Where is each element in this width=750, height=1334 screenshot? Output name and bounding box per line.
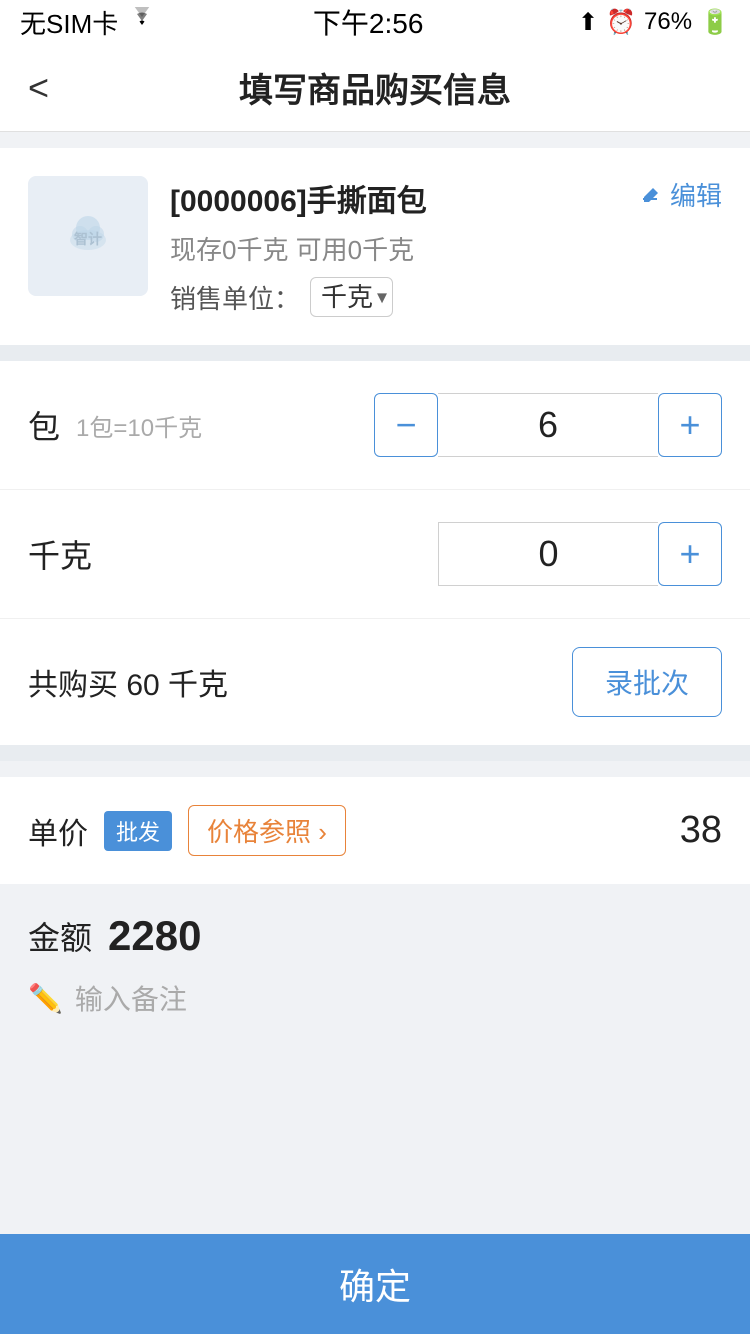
amount-value: 2280 [108,912,201,960]
product-name: [0000006]手撕面包 [170,176,427,220]
bao-hint: 1包=10千克 [76,408,202,443]
battery-text: 76% [644,8,692,36]
status-bar-left: 无SIM卡 [20,4,158,41]
product-unit: 销售单位： 千克 [170,277,722,317]
bao-text: 包 [28,402,60,448]
alarm-icon: ⏰ [606,8,636,37]
bottom-bar[interactable]: 确定 [0,1234,750,1334]
unit-select[interactable]: 千克 [310,277,393,317]
divider-2 [0,745,750,761]
wifi-icon [126,7,158,38]
kg-label: 千克 [28,531,438,577]
confirm-button[interactable]: 确定 [339,1258,411,1310]
remark-row[interactable]: ✏️ 输入备注 [28,978,722,1018]
battery-icon: 🔋 [700,8,730,37]
remark-placeholder: 输入备注 [75,978,187,1018]
quantity-section: 包 1包=10千克 − + 千克 + [0,361,750,619]
edit-button[interactable]: 编辑 [640,176,722,213]
product-card: 智计 [0000006]手撕面包 编辑 现存0千克 可用0千克 销售单位： 千克 [0,148,750,345]
amount-row: 金额 2280 [28,912,722,960]
bao-increase-button[interactable]: + [658,393,722,457]
price-value: 38 [680,809,722,852]
unit-label: 销售单位： [170,279,300,316]
product-info: [0000006]手撕面包 编辑 现存0千克 可用0千克 销售单位： 千克 [170,176,722,317]
location-icon: ⬆ [578,8,598,37]
price-ref-button[interactable]: 价格参照 › [188,805,346,856]
bao-decrease-button[interactable]: − [374,393,438,457]
product-stock: 现存0千克 可用0千克 [170,230,722,267]
svg-text:智计: 智计 [73,231,102,247]
kg-controls: + [438,522,722,586]
batch-button[interactable]: 录批次 [572,647,722,717]
bao-label: 包 1包=10千克 [28,402,374,448]
price-label: 单价 [28,809,88,853]
status-bar: 无SIM卡 下午2:56 ⬆ ⏰ 76% 🔋 [0,0,750,44]
kg-row: 千克 + [0,490,750,619]
page-title: 填写商品购买信息 [239,63,511,112]
price-tag: 批发 [104,811,172,851]
summary-text: 共购买 60 千克 [28,660,228,704]
status-bar-right: ⬆ ⏰ 76% 🔋 [578,8,730,37]
price-section: 单价 批发 价格参照 › 38 [0,777,750,884]
kg-text: 千克 [28,531,92,577]
amount-section: 金额 2280 ✏️ 输入备注 [0,884,750,1034]
edit-label: 编辑 [670,176,722,213]
bao-row: 包 1包=10千克 − + [0,361,750,490]
unit-select-wrap[interactable]: 千克 [310,277,393,317]
bao-controls: − + [374,393,722,457]
content-spacer [0,1034,750,1254]
carrier-text: 无SIM卡 [20,4,118,41]
edit-icon: ✏️ [28,982,63,1015]
divider-1 [0,345,750,361]
status-time: 下午2:56 [313,2,424,42]
kg-input[interactable] [438,522,658,586]
back-button[interactable]: < [28,67,49,109]
price-row: 单价 批发 价格参照 › 38 [28,805,722,856]
kg-increase-button[interactable]: + [658,522,722,586]
amount-label: 金额 [28,913,92,959]
nav-bar: < 填写商品购买信息 [0,44,750,132]
product-image: 智计 [28,176,148,296]
bao-input[interactable] [438,393,658,457]
summary-row: 共购买 60 千克 录批次 [0,619,750,745]
